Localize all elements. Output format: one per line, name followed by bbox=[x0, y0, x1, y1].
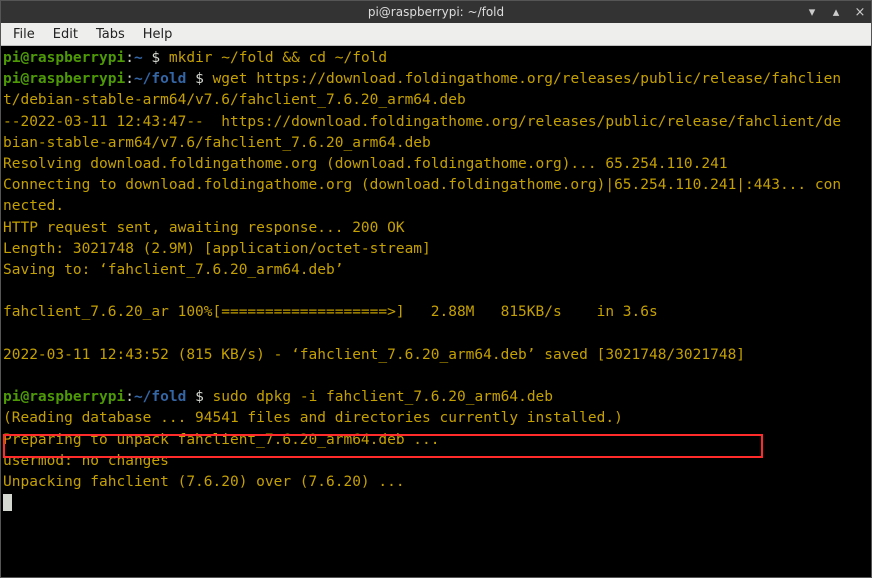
wget-out-3: Connecting to download.foldingathome.org… bbox=[3, 177, 841, 214]
dpkg-out-1: (Reading database ... 94541 files and di… bbox=[3, 410, 623, 426]
annotation-arrow-icon bbox=[38, 536, 871, 577]
menu-tabs[interactable]: Tabs bbox=[88, 25, 133, 44]
titlebar: pi@raspberrypi: ~/fold ▾ ▴ × bbox=[1, 1, 871, 23]
menu-file[interactable]: File bbox=[5, 25, 43, 44]
wget-out-2: Resolving download.foldingathome.org (do… bbox=[3, 156, 728, 172]
terminal-area[interactable]: pi@raspberrypi:~ $ mkdir ~/fold && cd ~/… bbox=[1, 46, 871, 577]
prompt-dollar: $ bbox=[186, 389, 212, 405]
menu-edit[interactable]: Edit bbox=[45, 25, 86, 44]
prompt-user-host: pi@raspberrypi bbox=[3, 389, 125, 405]
cursor bbox=[3, 494, 12, 511]
wget-out-6: Saving to: ‘fahclient_7.6.20_arm64.deb’ bbox=[3, 262, 343, 278]
prompt-path: ~ bbox=[134, 50, 143, 66]
wget-summary: 2022-03-11 12:43:52 (815 KB/s) - ‘fahcli… bbox=[3, 347, 745, 363]
maximize-icon[interactable]: ▴ bbox=[829, 5, 843, 20]
prompt-sep: : bbox=[125, 71, 134, 87]
prompt-sep: : bbox=[125, 50, 134, 66]
cmd-mkdir: mkdir ~/fold && cd ~/fold bbox=[169, 50, 387, 66]
wget-out-1: --2022-03-11 12:43:47-- https://download… bbox=[3, 114, 841, 151]
prompt-dollar: $ bbox=[143, 50, 169, 66]
window-buttons: ▾ ▴ × bbox=[805, 1, 867, 23]
close-icon[interactable]: × bbox=[853, 5, 867, 20]
dpkg-out-4: Unpacking fahclient (7.6.20) over (7.6.2… bbox=[3, 474, 405, 490]
cmd-dpkg: sudo dpkg -i fahclient_7.6.20_arm64.deb bbox=[213, 389, 553, 405]
minimize-icon[interactable]: ▾ bbox=[805, 5, 819, 20]
prompt-path: ~/fold bbox=[134, 389, 186, 405]
wget-out-5: Length: 3021748 (2.9M) [application/octe… bbox=[3, 241, 431, 257]
prompt-dollar: $ bbox=[186, 71, 212, 87]
prompt-user-host: pi@raspberrypi bbox=[3, 71, 125, 87]
prompt-sep: : bbox=[125, 389, 134, 405]
window-title: pi@raspberrypi: ~/fold bbox=[1, 5, 871, 19]
menubar: File Edit Tabs Help bbox=[1, 23, 871, 46]
dpkg-out-2: Preparing to unpack fahclient_7.6.20_arm… bbox=[3, 432, 440, 448]
menu-help[interactable]: Help bbox=[135, 25, 181, 44]
wget-progress: fahclient_7.6.20_ar 100%[===============… bbox=[3, 304, 693, 320]
terminal-window: pi@raspberrypi: ~/fold ▾ ▴ × File Edit T… bbox=[0, 0, 872, 578]
prompt-user-host: pi@raspberrypi bbox=[3, 50, 125, 66]
prompt-path: ~/fold bbox=[134, 71, 186, 87]
wget-out-4: HTTP request sent, awaiting response... … bbox=[3, 220, 405, 236]
dpkg-out-3: usermod: no changes bbox=[3, 453, 169, 469]
